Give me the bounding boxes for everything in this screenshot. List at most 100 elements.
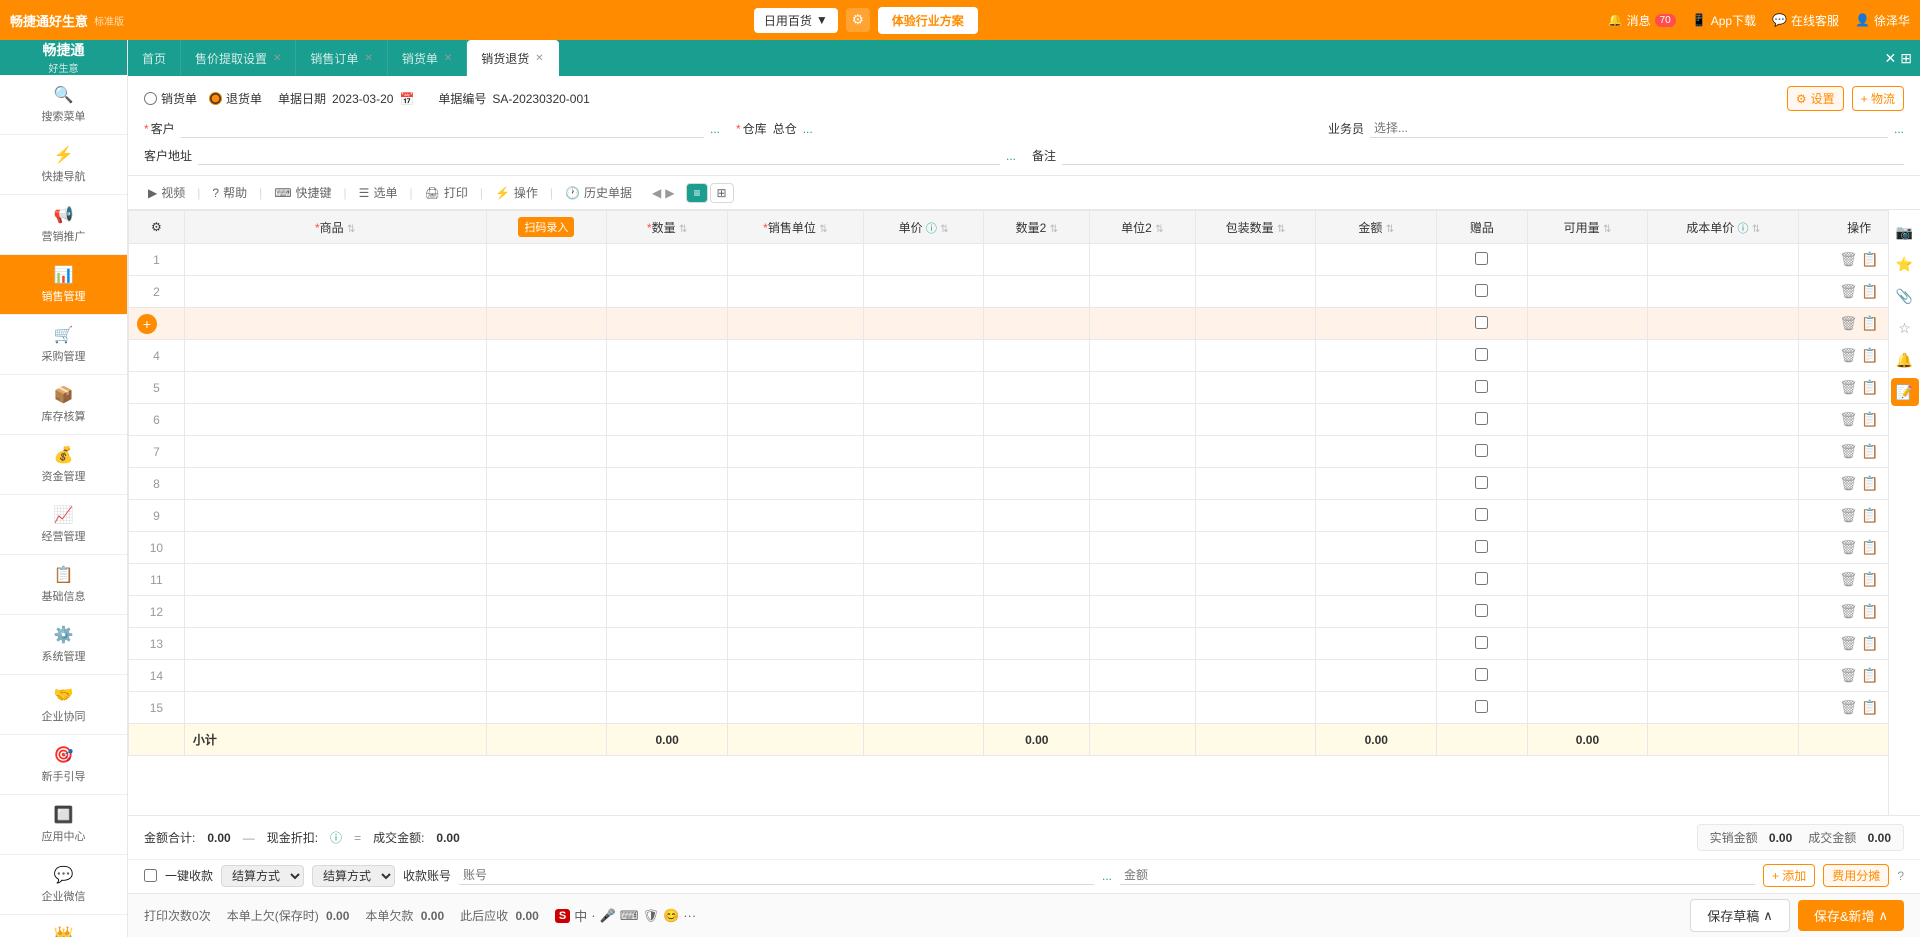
row-2-unit2[interactable] [1090,276,1196,308]
row-2-copy-btn[interactable]: 📋 [1861,283,1878,300]
grid-view-btn[interactable]: ⊞ [710,183,734,203]
row-copy[interactable]: 📋 [1861,379,1878,396]
sidebar-item-basic[interactable]: 📋 基础信息 [0,555,127,615]
row-1-qty2[interactable] [984,244,1090,276]
row-2-cost[interactable] [1648,276,1799,308]
tab-more-btn[interactable]: ⊞ [1900,50,1912,67]
row-2-avail[interactable] [1527,276,1648,308]
address-input[interactable] [198,146,1000,165]
row-3-pkg[interactable] [1195,308,1316,340]
row-3-qty2[interactable] [984,308,1090,340]
add-btn[interactable]: + 添加 [1763,864,1815,887]
fee-btn[interactable]: 费用分摊 [1823,864,1889,887]
row-2-unit[interactable] [727,276,863,308]
row-3-copy-btn[interactable]: 📋 [1861,315,1878,332]
row-copy[interactable]: 📋 [1861,667,1878,684]
row-2-product[interactable] [184,276,486,308]
row-1-pkg[interactable] [1195,244,1316,276]
row-3-qty[interactable] [607,308,728,340]
settings-btn[interactable]: ⚙ 设置 [1787,86,1844,111]
rf-btn-1[interactable]: 📷 [1891,218,1919,246]
scan-btn[interactable]: 扫码录入 [518,217,574,237]
sidebar-item-wechat[interactable]: 💬 企业微信 [0,855,127,915]
info-icon[interactable]: ⓘ [330,829,342,846]
rf-btn-6[interactable]: 📝 [1891,378,1919,406]
calendar-icon[interactable]: 📅 [399,92,414,106]
amount-input[interactable] [1120,866,1755,885]
row-1-gift[interactable] [1437,244,1528,276]
radio-sale[interactable]: 销货单 [144,90,197,107]
address-dots[interactable]: ... [1006,149,1016,163]
row-1-product[interactable] [184,244,486,276]
tab-sales-order[interactable]: 销售订单 ✕ [296,40,387,76]
row-delete[interactable]: 🗑 [1839,411,1857,428]
next-page-btn[interactable]: ▶ [665,186,674,200]
tab-sales-delivery-close[interactable]: ✕ [444,53,452,64]
sidebar-item-inventory[interactable]: 📦 库存核算 [0,375,127,435]
fee-help-icon[interactable]: ? [1897,869,1904,883]
row-2-qty[interactable] [607,276,728,308]
row-1-unit2[interactable] [1090,244,1196,276]
prev-page-btn[interactable]: ◀ [652,186,661,200]
qty2-sort[interactable]: ⇅ [1050,224,1058,235]
experience-btn[interactable]: 体验行业方案 [878,7,978,34]
toolbar-operate[interactable]: ⚡ 操作 [491,182,542,203]
row-3-delete-btn[interactable]: 🗑 [1839,315,1857,332]
salesperson-input[interactable] [1370,119,1888,138]
row-2-gift[interactable] [1437,276,1528,308]
row-2-amount[interactable] [1316,276,1437,308]
tab-close-all-btn[interactable]: ✕ [1885,50,1897,67]
calc-select[interactable]: 结算方式 [312,865,395,887]
sidebar-item-sales[interactable]: 📊 销售管理 [0,255,127,315]
online-service-item[interactable]: 💬 在线客服 [1772,12,1839,29]
tab-sales-return-close[interactable]: ✕ [535,53,543,64]
remark-input[interactable] [1062,146,1904,165]
ime-btn-3[interactable]: 🎤 [600,908,616,924]
radio-sale-input[interactable] [144,92,157,105]
account-dots[interactable]: ... [1102,869,1112,883]
tab-sales-order-close[interactable]: ✕ [364,53,372,64]
avail-sort[interactable]: ⇅ [1603,224,1611,235]
add-row-btn[interactable]: + [137,314,157,334]
salesperson-dots[interactable]: ... [1894,122,1904,136]
row-delete[interactable]: 🗑 [1839,507,1857,524]
save-draft-btn[interactable]: 保存草稿 ∧ [1690,899,1790,932]
unit2-sort[interactable]: ⇅ [1155,224,1163,235]
settings-gear-btn[interactable]: ⚙ [846,8,870,32]
th-settings[interactable]: ⚙ [129,211,185,244]
product-sort[interactable]: ⇅ [347,224,355,235]
tab-price-settings-close[interactable]: ✕ [273,53,281,64]
row-3-unit2[interactable] [1090,308,1196,340]
toolbar-video[interactable]: ▶ 视频 [144,182,189,203]
row-copy[interactable]: 📋 [1861,475,1878,492]
row-delete[interactable]: 🗑 [1839,475,1857,492]
sidebar-item-shortcut[interactable]: ⚡ 快捷导航 [0,135,127,195]
toolbar-select[interactable]: ☰ 选单 [355,182,402,203]
toolbar-help[interactable]: ? 帮助 [208,182,251,203]
row-3-gift[interactable] [1437,308,1528,340]
cost-sort[interactable]: ⇅ [1752,224,1760,235]
row-1-copy-btn[interactable]: 📋 [1861,251,1878,268]
row-delete[interactable]: 🗑 [1839,635,1857,652]
sidebar-item-operation[interactable]: 📈 经营管理 [0,495,127,555]
sidebar-item-guide[interactable]: 🎯 新手引导 [0,735,127,795]
row-delete[interactable]: 🗑 [1839,667,1857,684]
row-copy[interactable]: 📋 [1861,635,1878,652]
industry-selector[interactable]: 日用百货 ▼ [754,8,838,33]
account-input[interactable] [459,866,1094,885]
unit-sort[interactable]: ⇅ [819,224,827,235]
row-3-amount[interactable] [1316,308,1437,340]
logistics-btn[interactable]: + 物流 [1852,86,1904,111]
row-3-product[interactable] [184,308,486,340]
row-2-price[interactable] [863,276,984,308]
sidebar-item-finance[interactable]: 💰 资金管理 [0,435,127,495]
sidebar-item-search[interactable]: 🔍 搜索菜单 [0,75,127,135]
row-delete[interactable]: 🗑 [1839,539,1857,556]
row-delete[interactable]: 🗑 [1839,571,1857,588]
tab-sales-delivery[interactable]: 销货单 ✕ [388,40,467,76]
row-1-avail[interactable] [1527,244,1648,276]
ime-btn-6[interactable]: 😊 [663,908,679,924]
user-item[interactable]: 👤 徐泽华 [1855,12,1910,29]
row-delete[interactable]: 🗑 [1839,443,1857,460]
sidebar-item-cooperation[interactable]: 🤝 企业协同 [0,675,127,735]
